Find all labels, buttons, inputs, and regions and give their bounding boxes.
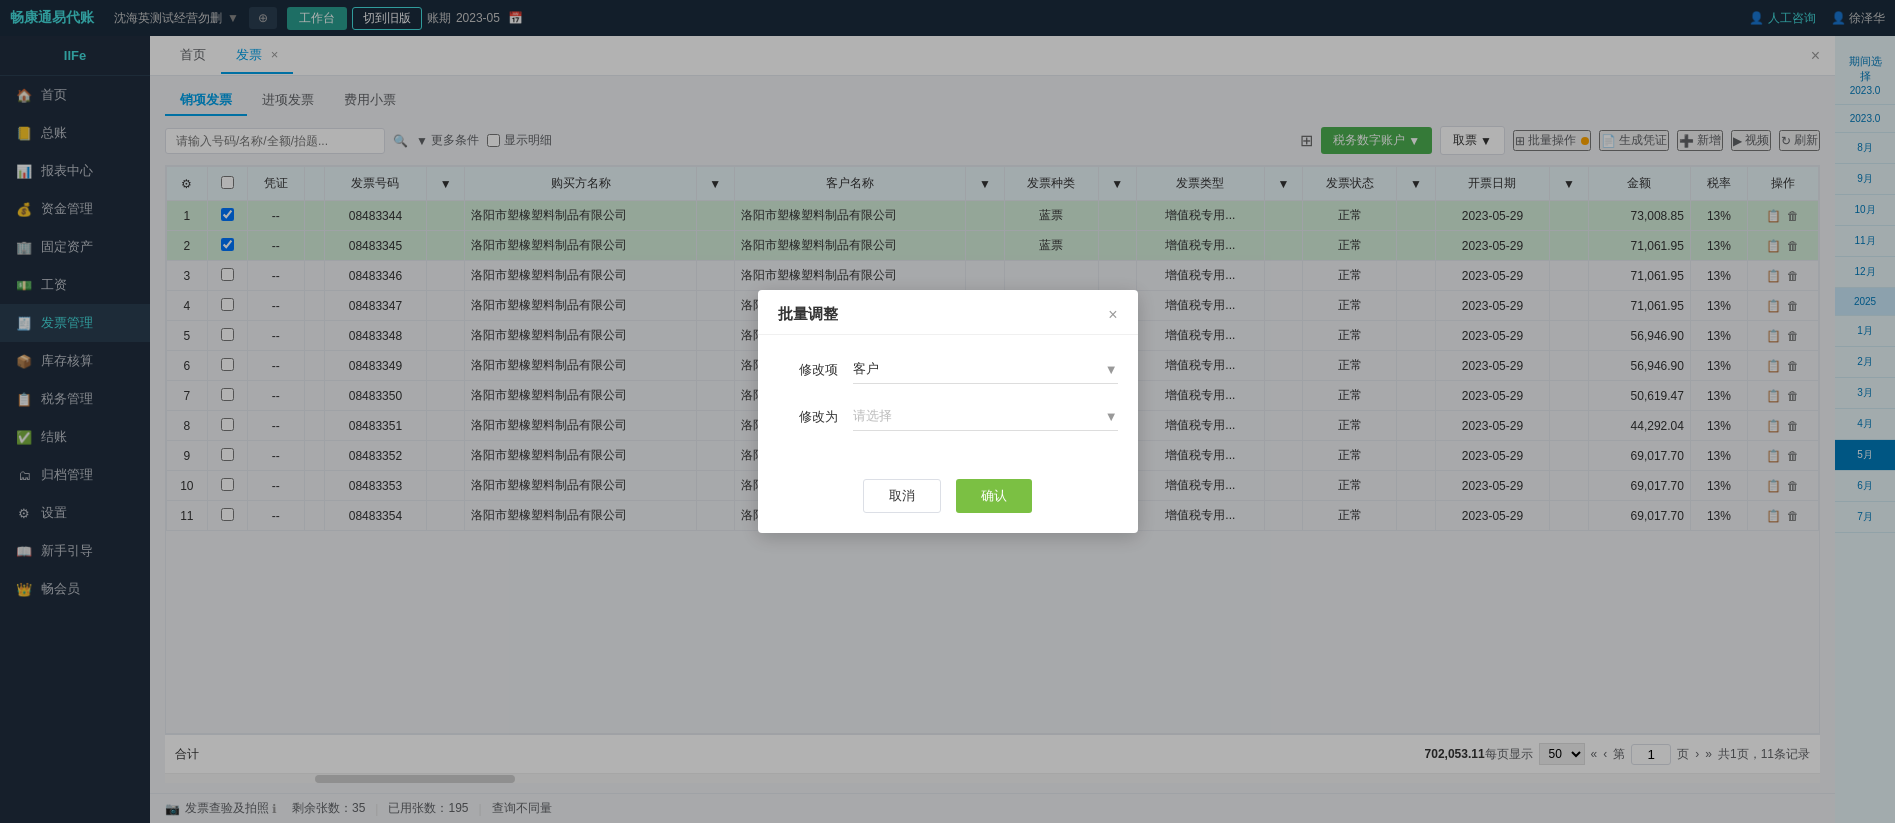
- dialog-body: 修改项 客户 ▼ 修改为 请选择 ▼: [758, 335, 1138, 469]
- dialog-close-btn[interactable]: ×: [1108, 306, 1117, 324]
- modify-label: 修改项: [778, 361, 838, 379]
- dialog-header: 批量调整 ×: [758, 290, 1138, 335]
- modify-to-select[interactable]: 请选择 ▼: [853, 402, 1118, 431]
- batch-adjust-dialog: 批量调整 × 修改项 客户 ▼ 修改为 请选择 ▼ 取消 确认: [758, 290, 1138, 533]
- dialog-overlay: 批量调整 × 修改项 客户 ▼ 修改为 请选择 ▼ 取消 确认: [0, 0, 1895, 823]
- modify-item-select[interactable]: 客户 ▼: [853, 355, 1118, 384]
- modify-to-dropdown-icon: ▼: [1105, 409, 1118, 424]
- dialog-title: 批量调整: [778, 305, 838, 324]
- modify-value: 客户: [853, 360, 879, 378]
- dialog-footer: 取消 确认: [758, 469, 1138, 533]
- modify-item-row: 修改项 客户 ▼: [778, 355, 1118, 384]
- dialog-confirm-btn[interactable]: 确认: [956, 479, 1032, 513]
- modify-to-placeholder: 请选择: [853, 407, 892, 425]
- modify-dropdown-icon: ▼: [1105, 362, 1118, 377]
- modify-to-row: 修改为 请选择 ▼: [778, 402, 1118, 431]
- dialog-cancel-btn[interactable]: 取消: [863, 479, 941, 513]
- modify-to-label: 修改为: [778, 408, 838, 426]
